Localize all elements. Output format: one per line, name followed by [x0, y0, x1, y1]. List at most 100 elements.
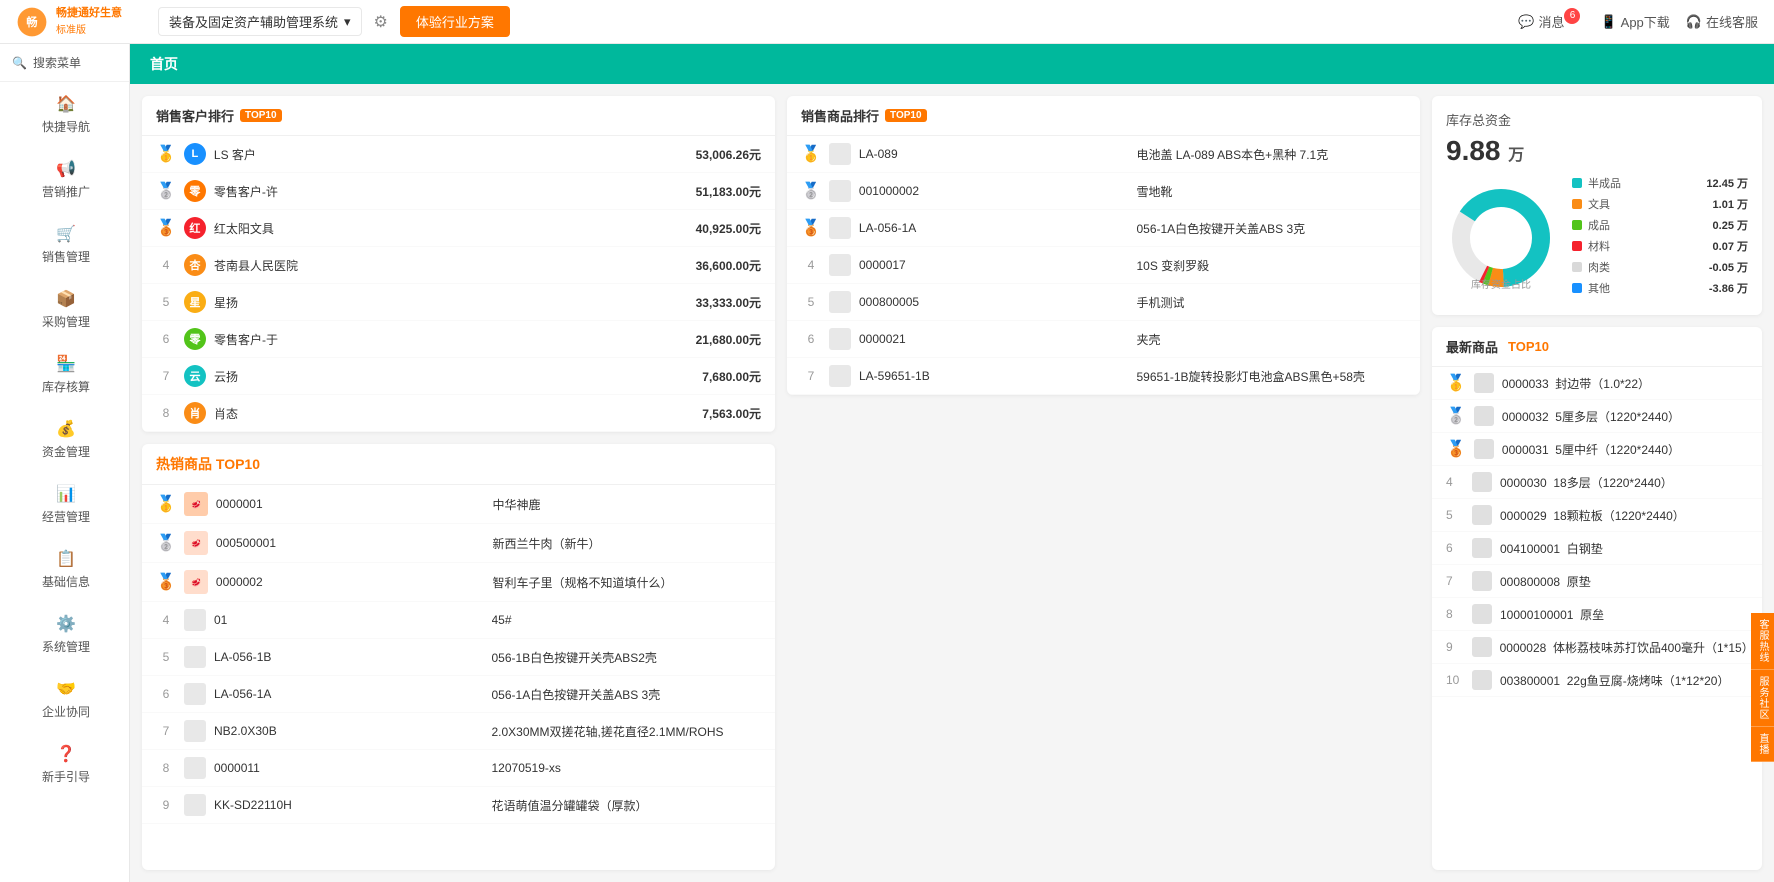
sidebar-system-label: 系统管理	[42, 638, 90, 655]
sidebar-item-operations[interactable]: 📊 经营管理	[0, 472, 129, 537]
list-item: 🥇 0000033 封边带（1.0*22）	[1432, 367, 1762, 400]
inventory-value-display: 9.88 万	[1446, 135, 1748, 167]
product-image: 🥩	[184, 531, 208, 555]
search-menu[interactable]: 🔍 搜索菜单	[0, 44, 129, 82]
product-name: 59651-1B旋转投影灯电池盒ABS黑色+58壳	[1137, 368, 1407, 385]
sidebar-item-system[interactable]: ⚙️ 系统管理	[0, 602, 129, 667]
product-code: LA-056-1A	[214, 687, 484, 701]
product-info: 0000029 18颗粒板（1220*2440）	[1500, 507, 1685, 524]
sidebar-item-finance[interactable]: 💰 资金管理	[0, 407, 129, 472]
new-products-top-label: TOP10	[1508, 339, 1549, 354]
system-selector[interactable]: 装备及固定资产辅助管理系统 ▾	[158, 7, 362, 36]
rank-number: 8	[156, 761, 176, 775]
customer-rank-title: 销售客户排行	[156, 106, 234, 125]
live-btn[interactable]: 直播	[1751, 727, 1774, 762]
float-buttons: 客服热线 服务社区 直播	[1751, 613, 1774, 762]
product-info: 000800008 原垫	[1500, 573, 1591, 590]
customer-service-btn[interactable]: 客服热线	[1751, 613, 1774, 670]
headset-icon: 🎧	[1686, 14, 1702, 30]
legend-label: 肉类	[1588, 259, 1703, 275]
product-name: 花语萌值温分罐罐袋（厚款）	[492, 797, 762, 814]
customer-value: 7,563.00元	[702, 405, 761, 422]
online-service-btn[interactable]: 🎧 在线客服	[1686, 12, 1758, 31]
product-code: 0000017	[859, 258, 1129, 272]
product-image-placeholder	[829, 217, 851, 239]
content-area: 首页 销售客户排行 TOP10 🥇 L LS 客户	[130, 44, 1774, 882]
trial-button[interactable]: 体验行业方案	[400, 6, 510, 37]
sales-icon: 🛒	[56, 224, 76, 244]
product-code: 0000002	[216, 575, 485, 589]
sidebar-item-collab[interactable]: 🤝 企业协同	[0, 667, 129, 732]
legend-label: 其他	[1588, 280, 1703, 296]
sidebar-item-guide[interactable]: ❓ 新手引导	[0, 732, 129, 797]
product-code: 0000021	[859, 332, 1129, 346]
table-row: 5 000800005 手机测试	[787, 284, 1420, 321]
product-image-placeholder	[1474, 406, 1494, 426]
message-badge: 6	[1564, 8, 1580, 24]
legend-value: -3.86 万	[1709, 280, 1748, 296]
table-row: 4 0000017 10S 变刹罗殺	[787, 247, 1420, 284]
sidebar-item-marketing[interactable]: 📢 营销推广	[0, 147, 129, 212]
legend-item-material: 材料 0.07 万	[1572, 238, 1748, 254]
customer-badge: 云	[184, 365, 206, 387]
list-item: 5 0000029 18颗粒板（1220*2440）	[1432, 499, 1762, 532]
legend-dot	[1572, 283, 1582, 293]
table-row: 🥉 LA-056-1A 056-1A白色按键开关盖ABS 3克	[787, 210, 1420, 247]
legend-label: 材料	[1588, 238, 1707, 254]
top-right: 💬 消息 6 📱 App下载 🎧 在线客服	[1518, 12, 1758, 31]
list-item: 4 0000030 18多层（1220*2440）	[1432, 466, 1762, 499]
community-btn[interactable]: 服务社区	[1751, 670, 1774, 727]
table-row: 7 云 云扬 7,680.00元	[142, 358, 775, 395]
legend-dot	[1572, 199, 1582, 209]
product-image-placeholder	[1472, 472, 1492, 492]
customer-name: 零售客户-于	[214, 331, 688, 348]
customer-value: 51,183.00元	[696, 183, 761, 200]
donut-chart: 库存资金占比	[1446, 183, 1556, 293]
sidebar-item-home[interactable]: 🏠 快捷导航	[0, 82, 129, 147]
settings-icon[interactable]: ⚙	[374, 12, 388, 32]
legend-dot	[1572, 262, 1582, 272]
legend-label: 文具	[1588, 196, 1707, 212]
customer-badge: 肖	[184, 402, 206, 424]
legend-value: -0.05 万	[1709, 259, 1748, 275]
mid-column: 销售商品排行 TOP10 🥇 LA-089 电池盖 LA-089 ABS本色+黑…	[787, 96, 1420, 870]
bronze-medal-icon: 🥉	[156, 218, 176, 238]
app-label: App下载	[1621, 12, 1670, 31]
app-download-btn[interactable]: 📱 App下载	[1600, 12, 1669, 31]
legend-value: 0.25 万	[1713, 217, 1748, 233]
rank-number: 5	[156, 650, 176, 664]
sidebar-finance-label: 资金管理	[42, 443, 90, 460]
list-item: 8 10000100001 原垒	[1432, 598, 1762, 631]
customer-value: 21,680.00元	[696, 331, 761, 348]
message-btn[interactable]: 💬 消息 6	[1518, 12, 1584, 31]
product-image-placeholder	[829, 143, 851, 165]
logo-text: 畅捷通好生意	[56, 7, 122, 20]
legend-item-meat: 肉类 -0.05 万	[1572, 259, 1748, 275]
sidebar-purchase-label: 采购管理	[42, 313, 90, 330]
product-code: 0000001	[216, 497, 485, 511]
sidebar-basic-info-label: 基础信息	[42, 573, 90, 590]
legend-item-finished: 成品 0.25 万	[1572, 217, 1748, 233]
product-name: 056-1A白色按键开关盖ABS 3克	[1136, 220, 1406, 237]
service-label: 在线客服	[1706, 12, 1758, 31]
hot-products-title: 热销商品 TOP10	[156, 454, 260, 474]
sidebar-item-inventory[interactable]: 🏪 库存核算	[0, 342, 129, 407]
chart-label: 库存资金占比	[1446, 276, 1556, 291]
page-title: 首页	[150, 54, 178, 74]
customer-value: 53,006.26元	[696, 146, 761, 163]
bronze-medal-icon: 🥉	[801, 218, 821, 238]
rank-number: 6	[801, 332, 821, 346]
hot-products-card: 热销商品 TOP10 🥇 🥩 0000001 中华神鹿 🥈 🥩 00050	[142, 444, 775, 870]
product-image-placeholder	[1474, 439, 1494, 459]
sidebar-item-sales[interactable]: 🛒 销售管理	[0, 212, 129, 277]
product-rank-tag: TOP10	[885, 109, 927, 122]
table-row: 🥉 红 红太阳文具 40,925.00元	[142, 210, 775, 247]
sidebar-item-purchase[interactable]: 📦 采购管理	[0, 277, 129, 342]
rank-number: 7	[801, 369, 821, 383]
customer-name: 肖态	[214, 405, 694, 422]
customer-name: 红太阳文具	[214, 220, 688, 237]
sidebar-item-basic-info[interactable]: 📋 基础信息	[0, 537, 129, 602]
legend-item-other: 其他 -3.86 万	[1572, 280, 1748, 296]
rank-number: 6	[156, 332, 176, 346]
list-item: 7 NB2.0X30B 2.0X30MM双搓花轴,搓花直径2.1MM/ROHS	[142, 713, 775, 750]
